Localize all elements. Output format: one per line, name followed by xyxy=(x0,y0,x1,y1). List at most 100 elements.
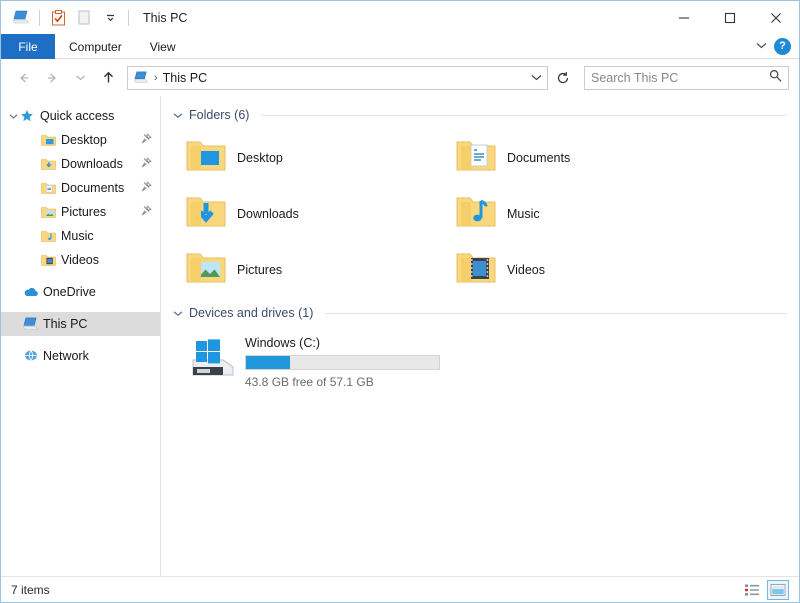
folder-tile-desktop[interactable]: Desktop xyxy=(173,130,443,186)
collapse-chevron-icon[interactable] xyxy=(173,111,183,120)
this-pc-icon xyxy=(23,317,41,331)
title-bar: This PC xyxy=(1,1,799,34)
folder-pictures-icon xyxy=(41,206,59,219)
properties-icon[interactable] xyxy=(46,6,70,30)
folder-pictures-icon xyxy=(185,250,227,291)
sidebar-item-this-pc[interactable]: This PC xyxy=(1,312,160,336)
folder-documents-icon xyxy=(41,182,59,195)
network-icon xyxy=(23,349,41,363)
window-body: Quick access Desktop Downloads Documents… xyxy=(1,96,799,576)
pin-icon[interactable] xyxy=(141,205,152,219)
folders-group-label: Folders (6) xyxy=(189,108,250,122)
sidebar-item-music[interactable]: Music xyxy=(1,224,160,248)
back-button[interactable] xyxy=(11,65,37,91)
breadcrumb-current[interactable]: This PC xyxy=(163,71,207,85)
pin-icon[interactable] xyxy=(141,133,152,147)
item-count: 7 items xyxy=(11,582,50,597)
folder-tile-videos[interactable]: Videos xyxy=(443,242,713,298)
this-pc-icon[interactable] xyxy=(9,6,33,30)
file-list-pane[interactable]: Folders (6) Desktop Documents Downloads … xyxy=(161,96,799,576)
details-view-button[interactable] xyxy=(741,580,763,600)
sidebar-item-documents[interactable]: Documents xyxy=(1,176,160,200)
sidebar-item-quick-access[interactable]: Quick access xyxy=(1,104,160,128)
pin-icon[interactable] xyxy=(141,181,152,195)
minimize-button[interactable] xyxy=(661,1,707,34)
folder-tile-music[interactable]: Music xyxy=(443,186,713,242)
breadcrumb[interactable]: › This PC xyxy=(127,65,548,90)
toolbar-divider-2 xyxy=(128,9,129,26)
tab-view[interactable]: View xyxy=(136,34,190,59)
close-button[interactable] xyxy=(753,1,799,34)
sidebar-label: Documents xyxy=(61,181,125,195)
folders-group-header[interactable]: Folders (6) xyxy=(173,104,787,126)
sidebar-label: Downloads xyxy=(61,157,123,171)
large-icons-view-button[interactable] xyxy=(767,579,789,600)
sidebar-label: Quick access xyxy=(40,109,115,123)
sidebar-item-network[interactable]: Network xyxy=(1,344,160,368)
path-dropdown-chevron-icon[interactable] xyxy=(530,69,543,87)
search-placeholder: Search This PC xyxy=(591,70,679,85)
folder-tile-label: Pictures xyxy=(237,263,283,277)
tab-computer[interactable]: Computer xyxy=(55,34,136,59)
quick-access-expand-chevron-icon[interactable] xyxy=(9,112,18,121)
collapse-chevron-icon[interactable] xyxy=(173,309,183,318)
sidebar-item-desktop[interactable]: Desktop xyxy=(1,128,160,152)
window-controls xyxy=(661,1,799,34)
search-icon[interactable] xyxy=(769,69,782,87)
window-title: This PC xyxy=(143,10,188,25)
sidebar-item-downloads[interactable]: Downloads xyxy=(1,152,160,176)
group-divider xyxy=(261,114,787,116)
folder-tile-downloads[interactable]: Downloads xyxy=(173,186,443,242)
breadcrumb-tail xyxy=(530,69,543,87)
drives-group-header[interactable]: Devices and drives (1) xyxy=(173,302,787,324)
ribbon-right-controls: ? xyxy=(755,34,799,58)
new-folder-icon[interactable] xyxy=(72,6,96,30)
star-icon xyxy=(20,109,38,123)
quick-access-toolbar: This PC xyxy=(1,6,187,30)
forward-button[interactable] xyxy=(39,65,65,91)
tab-file[interactable]: File xyxy=(1,34,55,59)
sidebar-label: Videos xyxy=(61,253,99,267)
folder-tile-label: Documents xyxy=(507,151,571,165)
expand-ribbon-chevron-icon[interactable] xyxy=(755,37,768,55)
customize-chevron-icon[interactable] xyxy=(98,6,122,30)
folder-tile-documents[interactable]: Documents xyxy=(443,130,713,186)
drive-label: Windows (C:) xyxy=(245,336,321,350)
drive-capacity-bar xyxy=(245,355,440,370)
drive-tile-windows-c[interactable]: Windows (C:) 43.8 GB free of 57.1 GB xyxy=(173,328,787,389)
help-icon[interactable]: ? xyxy=(774,37,791,55)
folder-downloads-icon xyxy=(41,158,59,171)
drive-free-space: 43.8 GB free of 57.1 GB xyxy=(245,375,374,389)
folder-videos-icon xyxy=(41,254,59,267)
sidebar-label: This PC xyxy=(43,317,88,331)
sidebar-item-onedrive[interactable]: OneDrive xyxy=(1,280,160,304)
folder-tile-label: Videos xyxy=(507,263,545,277)
folder-desktop-icon xyxy=(41,134,59,147)
sidebar-label: Pictures xyxy=(61,205,107,219)
search-input[interactable]: Search This PC xyxy=(584,65,789,90)
cloud-icon xyxy=(23,286,41,298)
sidebar-item-pictures[interactable]: Pictures xyxy=(1,200,160,224)
recent-locations-chevron-icon[interactable] xyxy=(67,65,93,91)
sidebar-label: Music xyxy=(61,229,94,243)
sidebar-label: Desktop xyxy=(61,133,107,147)
breadcrumb-this-pc-icon xyxy=(134,71,149,84)
drives-group-label: Devices and drives (1) xyxy=(189,306,314,320)
folder-tile-label: Music xyxy=(507,207,540,221)
folder-videos-icon xyxy=(455,250,497,291)
folder-tile-pictures[interactable]: Pictures xyxy=(173,242,443,298)
sidebar-label: OneDrive xyxy=(43,285,96,299)
ribbon-tab-strip: File Computer View ? xyxy=(1,34,799,59)
pin-icon[interactable] xyxy=(141,157,152,171)
file-explorer-window: This PC File Computer View ? › This PC S… xyxy=(0,0,800,603)
maximize-button[interactable] xyxy=(707,1,753,34)
up-button[interactable] xyxy=(95,65,121,91)
folder-downloads-icon xyxy=(185,194,227,235)
refresh-button[interactable] xyxy=(550,65,576,91)
address-bar: › This PC Search This PC xyxy=(1,59,799,96)
breadcrumb-separator: › xyxy=(154,71,158,84)
group-divider xyxy=(325,312,787,314)
sidebar-item-videos[interactable]: Videos xyxy=(1,248,160,272)
